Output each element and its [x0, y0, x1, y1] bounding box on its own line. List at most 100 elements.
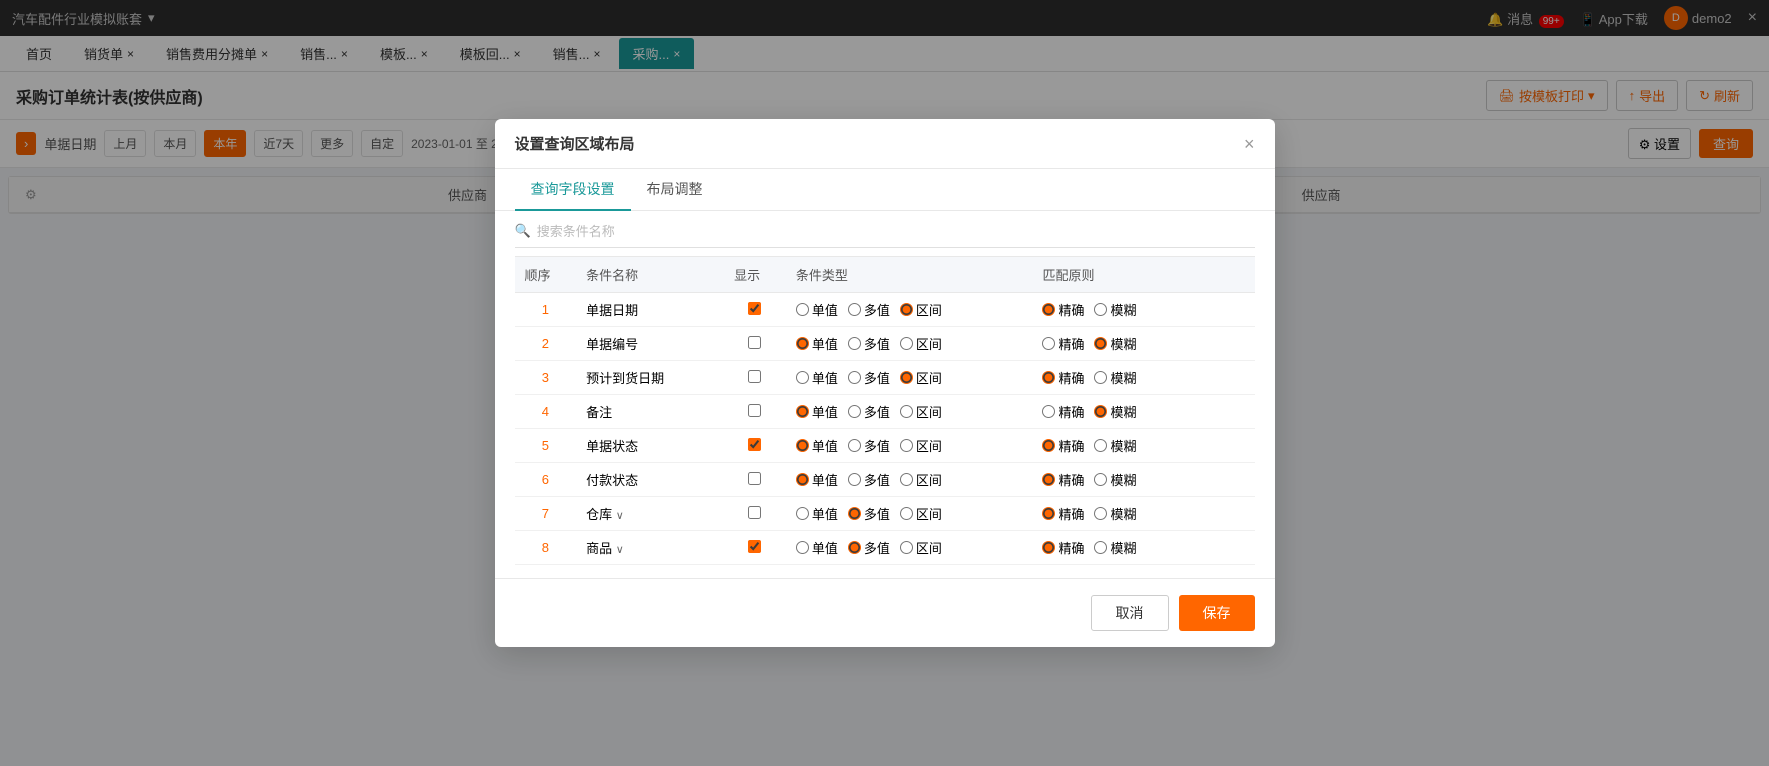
cancel-button[interactable]: 取消	[1091, 595, 1169, 631]
table-row: 6付款状态单值多值区间精确模糊	[515, 463, 1255, 497]
type-option-区间[interactable]: 区间	[900, 436, 942, 455]
show-checkbox[interactable]	[748, 302, 761, 315]
match-option-精确[interactable]: 精确	[1042, 470, 1084, 489]
type-option-单值[interactable]: 单值	[796, 334, 838, 353]
show-checkbox[interactable]	[748, 404, 761, 417]
cell-order: 3	[515, 361, 577, 395]
match-option-模糊[interactable]: 模糊	[1094, 470, 1136, 489]
cell-match: 精确模糊	[1032, 293, 1254, 327]
cell-order: 6	[515, 463, 577, 497]
settings-dialog: 设置查询区域布局 × 查询字段设置 布局调整 🔍	[495, 119, 1275, 647]
type-option-区间[interactable]: 区间	[900, 368, 942, 387]
cell-name: 仓库 ∨	[576, 497, 724, 531]
cell-match: 精确模糊	[1032, 327, 1254, 361]
type-option-多值[interactable]: 多值	[848, 368, 890, 387]
cell-show	[724, 531, 786, 565]
dialog-tab-layout[interactable]: 布局调整	[631, 169, 719, 211]
cell-order: 4	[515, 395, 577, 429]
match-option-精确[interactable]: 精确	[1042, 504, 1084, 523]
cell-name: 属性 ∨	[576, 565, 724, 567]
show-checkbox[interactable]	[748, 370, 761, 383]
modal-overlay: 设置查询区域布局 × 查询字段设置 布局调整 🔍	[0, 0, 1769, 766]
type-option-多值[interactable]: 多值	[848, 402, 890, 421]
type-option-多值[interactable]: 多值	[848, 504, 890, 523]
type-option-多值[interactable]: 多值	[848, 470, 890, 489]
cell-show	[724, 565, 786, 567]
type-option-区间[interactable]: 区间	[900, 538, 942, 557]
show-checkbox[interactable]	[748, 472, 761, 485]
th-name: 条件名称	[576, 257, 724, 293]
cell-type: 单值多值区间	[786, 565, 1033, 567]
cell-name: 单据日期	[576, 293, 724, 327]
match-option-精确[interactable]: 精确	[1042, 402, 1084, 421]
type-option-单值[interactable]: 单值	[796, 470, 838, 489]
type-option-多值[interactable]: 多值	[848, 300, 890, 319]
type-option-区间[interactable]: 区间	[900, 334, 942, 353]
table-header-row: 顺序 条件名称 显示 条件类型	[515, 257, 1255, 293]
match-option-模糊[interactable]: 模糊	[1094, 334, 1136, 353]
type-option-多值[interactable]: 多值	[848, 538, 890, 557]
condition-name: 仓库	[586, 507, 612, 522]
chevron-down-icon: ∨	[616, 510, 624, 522]
show-checkbox[interactable]	[748, 336, 761, 349]
match-option-精确[interactable]: 精确	[1042, 334, 1084, 353]
type-option-单值[interactable]: 单值	[796, 300, 838, 319]
cell-order: 2	[515, 327, 577, 361]
cell-show	[724, 429, 786, 463]
dialog-close-button[interactable]: ×	[1244, 135, 1255, 153]
match-option-模糊[interactable]: 模糊	[1094, 538, 1136, 557]
match-option-精确[interactable]: 精确	[1042, 436, 1084, 455]
type-option-多值[interactable]: 多值	[848, 436, 890, 455]
save-button[interactable]: 保存	[1179, 595, 1255, 631]
match-option-模糊[interactable]: 模糊	[1094, 504, 1136, 523]
show-checkbox[interactable]	[748, 438, 761, 451]
dialog-footer: 取消 保存	[495, 578, 1275, 647]
th-order: 顺序	[515, 257, 577, 293]
cell-match: 精确模糊	[1032, 565, 1254, 567]
cell-type: 单值多值区间	[786, 531, 1033, 565]
cell-show	[724, 463, 786, 497]
cell-type: 单值多值区间	[786, 293, 1033, 327]
conditions-tbody: 1单据日期单值多值区间精确模糊2单据编号单值多值区间精确模糊3预计到货日期单值多…	[515, 293, 1255, 567]
type-option-单值[interactable]: 单值	[796, 504, 838, 523]
type-option-区间[interactable]: 区间	[900, 504, 942, 523]
type-option-单值[interactable]: 单值	[796, 538, 838, 557]
dialog-tab-layout-label: 布局调整	[647, 181, 703, 197]
cell-name: 单据编号	[576, 327, 724, 361]
type-option-单值[interactable]: 单值	[796, 368, 838, 387]
save-label: 保存	[1203, 605, 1231, 621]
match-option-精确[interactable]: 精确	[1042, 538, 1084, 557]
table-row: 9属性 ∨单值多值区间精确模糊	[515, 565, 1255, 567]
match-option-模糊[interactable]: 模糊	[1094, 402, 1136, 421]
cell-show	[724, 361, 786, 395]
cell-type: 单值多值区间	[786, 463, 1033, 497]
match-option-精确[interactable]: 精确	[1042, 368, 1084, 387]
table-row: 8商品 ∨单值多值区间精确模糊	[515, 531, 1255, 565]
type-option-单值[interactable]: 单值	[796, 436, 838, 455]
cancel-label: 取消	[1116, 605, 1144, 621]
match-option-模糊[interactable]: 模糊	[1094, 300, 1136, 319]
type-option-单值[interactable]: 单值	[796, 402, 838, 421]
cell-match: 精确模糊	[1032, 531, 1254, 565]
dialog-title: 设置查询区域布局	[515, 133, 635, 154]
conditions-table: 顺序 条件名称 显示 条件类型	[515, 256, 1255, 566]
match-option-精确[interactable]: 精确	[1042, 300, 1084, 319]
cell-match: 精确模糊	[1032, 429, 1254, 463]
match-option-模糊[interactable]: 模糊	[1094, 436, 1136, 455]
type-option-多值[interactable]: 多值	[848, 334, 890, 353]
chevron-down-icon: ∨	[616, 544, 624, 556]
cell-name: 商品 ∨	[576, 531, 724, 565]
search-input[interactable]	[537, 224, 737, 239]
conditions-table-scroll[interactable]: 顺序 条件名称 显示 条件类型	[515, 256, 1255, 566]
type-option-区间[interactable]: 区间	[900, 470, 942, 489]
table-row: 7仓库 ∨单值多值区间精确模糊	[515, 497, 1255, 531]
th-match: 匹配原则	[1032, 257, 1254, 293]
match-option-模糊[interactable]: 模糊	[1094, 368, 1136, 387]
show-checkbox[interactable]	[748, 506, 761, 519]
th-type: 条件类型	[786, 257, 1033, 293]
type-option-区间[interactable]: 区间	[900, 300, 942, 319]
cell-type: 单值多值区间	[786, 497, 1033, 531]
type-option-区间[interactable]: 区间	[900, 402, 942, 421]
dialog-tab-fields[interactable]: 查询字段设置	[515, 169, 631, 211]
show-checkbox[interactable]	[748, 540, 761, 553]
